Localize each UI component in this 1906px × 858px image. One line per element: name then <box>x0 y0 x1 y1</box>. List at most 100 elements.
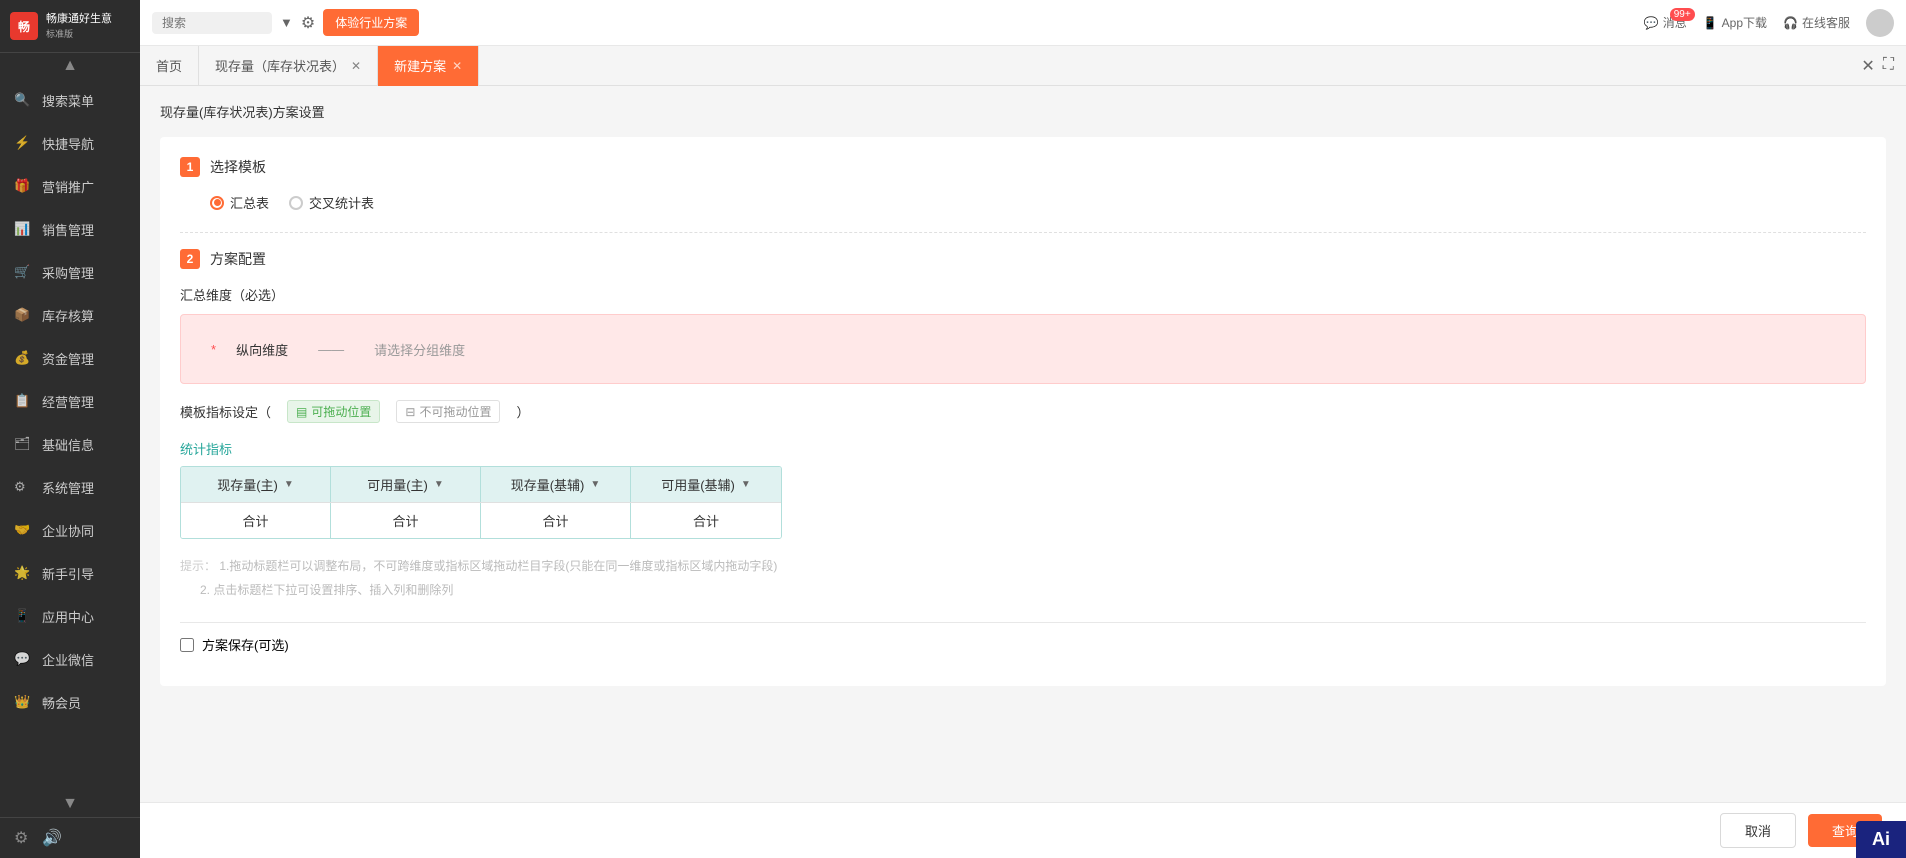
col2-chevron-icon: ▼ <box>434 479 444 490</box>
message-icon: 💬 <box>1644 16 1659 30</box>
sidebar-scroll-up[interactable]: ▲ <box>0 53 140 79</box>
app-edition: 标准版 <box>46 27 112 40</box>
stats-col1-summary: 合计 <box>242 511 268 530</box>
app-logo: 畅 畅康通好生意 标准版 <box>0 0 140 53</box>
col1-chevron-icon: ▼ <box>284 479 294 490</box>
stats-section: 统计指标 现存量(主) ▼ 可用量(主) ▼ <box>180 439 1866 542</box>
speaker-icon[interactable]: 🔊 <box>42 828 62 848</box>
sidebar-item-search-menu[interactable]: 🔍 搜索菜单 <box>0 79 140 122</box>
online-service-button[interactable]: 🎧 在线客服 <box>1783 14 1850 31</box>
sidebar-item-marketing[interactable]: 🎁 营销推广 <box>0 165 140 208</box>
tab-new-scheme-close[interactable]: ✕ <box>452 59 462 73</box>
tab-home-label: 首页 <box>156 56 182 75</box>
sidebar-item-purchase[interactable]: 🛒 采购管理 <box>0 251 140 294</box>
stats-col2-summary: 合计 <box>392 511 418 530</box>
sidebar-item-sales[interactable]: 📊 销售管理 <box>0 208 140 251</box>
summary-dimension-label: 汇总维度（必选） <box>180 285 1866 304</box>
summary-dimension-section: 汇总维度（必选） * 纵向维度 —— 请选择分组维度 <box>180 285 1866 384</box>
sidebar-item-label-app: 应用中心 <box>42 607 94 626</box>
sidebar-item-label-search: 搜索菜单 <box>42 91 94 110</box>
col4-chevron-icon: ▼ <box>741 479 751 490</box>
stats-header-col2[interactable]: 可用量(主) ▼ <box>331 467 481 502</box>
sidebar-item-app-center[interactable]: 📱 应用中心 <box>0 595 140 638</box>
search-menu-icon: 🔍 <box>14 92 32 110</box>
sidebar-item-basic-info[interactable]: 🗂 基础信息 <box>0 423 140 466</box>
draggable-tag: ▤ 可拖动位置 <box>287 400 380 423</box>
stats-table: 现存量(主) ▼ 可用量(主) ▼ 现存量(基辅) ▼ <box>180 466 782 539</box>
dropdown-button[interactable]: ▼ <box>280 15 293 30</box>
bottom-bar: 取消 查询 <box>140 802 1906 858</box>
sidebar-item-label-sales: 销售管理 <box>42 220 94 239</box>
sidebar-item-label-operations: 经营管理 <box>42 392 94 411</box>
stats-row-col4: 合计 <box>631 503 781 538</box>
radio-summary-circle <box>210 196 224 210</box>
stats-header-col3[interactable]: 现存量(基辅) ▼ <box>481 467 631 502</box>
search-input[interactable] <box>152 12 272 34</box>
sidebar: 畅 畅康通好生意 标准版 ▲ 🔍 搜索菜单 ⚡ 快捷导航 🎁 营销推广 📊 销售… <box>0 0 140 858</box>
step-divider <box>180 232 1866 233</box>
marketing-icon: 🎁 <box>14 178 32 196</box>
sidebar-item-enterprise-wechat[interactable]: 💬 企业微信 <box>0 638 140 681</box>
sidebar-item-system[interactable]: ⚙ 系统管理 <box>0 466 140 509</box>
save-row: 方案保存(可选) <box>180 622 1866 666</box>
messages-button[interactable]: 💬 消息 99+ <box>1644 14 1687 31</box>
sidebar-nav: 🔍 搜索菜单 ⚡ 快捷导航 🎁 营销推广 📊 销售管理 🛒 采购管理 📦 库存核… <box>0 79 140 791</box>
page-title: 现存量(库存状况表)方案设置 <box>160 102 1886 121</box>
indicator-label: 模板指标设定（ <box>180 402 271 421</box>
operations-icon: 📋 <box>14 393 32 411</box>
gear-icon[interactable]: ⚙ <box>301 13 315 33</box>
stats-col1-label: 现存量(主) <box>217 475 278 494</box>
radio-summary-label: 汇总表 <box>230 193 269 212</box>
sidebar-item-label-inventory: 库存核算 <box>42 306 94 325</box>
tab-home[interactable]: 首页 <box>140 46 199 86</box>
quick-nav-icon: ⚡ <box>14 135 32 153</box>
ai-badge[interactable]: Ai <box>1856 821 1906 858</box>
radio-summary[interactable]: 汇总表 <box>210 193 269 212</box>
save-label: 方案保存(可选) <box>202 635 289 654</box>
radio-cross-label: 交叉统计表 <box>309 193 374 212</box>
newbie-icon: 🌟 <box>14 565 32 583</box>
tab-window-controls: ✕ ⛶ <box>1849 56 1906 76</box>
col3-chevron-icon: ▼ <box>590 479 600 490</box>
tip-line2: 2. 点击标题栏下拉可设置排序、插入列和删除列 <box>180 578 1866 602</box>
sidebar-item-operations[interactable]: 📋 经营管理 <box>0 380 140 423</box>
save-checkbox[interactable] <box>180 638 194 652</box>
industry-plan-button[interactable]: 体验行业方案 <box>323 9 419 36</box>
stats-col3-summary: 合计 <box>542 511 568 530</box>
maximize-icon[interactable]: ⛶ <box>1883 56 1894 76</box>
tab-new-scheme[interactable]: 新建方案 ✕ <box>378 46 479 86</box>
sidebar-item-label-member: 畅会员 <box>42 693 81 712</box>
tab-inventory-status[interactable]: 现存量（库存状况表） ✕ <box>199 46 378 86</box>
stats-header-col1[interactable]: 现存量(主) ▼ <box>181 467 331 502</box>
stats-header-col4[interactable]: 可用量(基辅) ▼ <box>631 467 781 502</box>
radio-cross[interactable]: 交叉统计表 <box>289 193 374 212</box>
avatar[interactable] <box>1866 9 1894 37</box>
sidebar-item-label-wechat: 企业微信 <box>42 650 94 669</box>
dimension-box[interactable]: * 纵向维度 —— 请选择分组维度 <box>180 314 1866 384</box>
indicator-settings: 模板指标设定（ ▤ 可拖动位置 ⊟ 不可拖动位置 ） <box>180 400 1866 423</box>
step1-header: 1 选择模板 <box>180 157 1866 177</box>
not-draggable-tag: ⊟ 不可拖动位置 <box>396 400 500 423</box>
sidebar-scroll-down[interactable]: ▼ <box>0 791 140 817</box>
close-window-icon[interactable]: ✕ <box>1861 56 1874 76</box>
content-area: 现存量(库存状况表)方案设置 1 选择模板 汇总表 <box>140 86 1906 802</box>
sidebar-item-enterprise[interactable]: 🤝 企业协同 <box>0 509 140 552</box>
tips-section: 提示： 1.拖动标题栏可以调整布局，不可跨维度或指标区域拖动栏目字段(只能在同一… <box>180 554 1866 602</box>
sidebar-item-inventory[interactable]: 📦 库存核算 <box>0 294 140 337</box>
purchase-icon: 🛒 <box>14 264 32 282</box>
template-options: 汇总表 交叉统计表 <box>210 193 1866 212</box>
tabbar: 首页 现存量（库存状况表） ✕ 新建方案 ✕ ✕ ⛶ <box>140 46 1906 86</box>
sidebar-item-member[interactable]: 👑 畅会员 <box>0 681 140 724</box>
scheme-settings-card: 1 选择模板 汇总表 交叉统计表 <box>160 137 1886 686</box>
stats-title: 统计指标 <box>180 439 1866 458</box>
required-mark: * <box>211 342 216 357</box>
sidebar-item-newbie[interactable]: 🌟 新手引导 <box>0 552 140 595</box>
sidebar-item-quick-nav[interactable]: ⚡ 快捷导航 <box>0 122 140 165</box>
main-wrapper: ▼ ⚙ 体验行业方案 💬 消息 99+ 📱 App下载 🎧 在线客服 首页 <box>140 0 1906 858</box>
app-download-button[interactable]: 📱 App下载 <box>1703 14 1767 31</box>
sidebar-item-finance[interactable]: 💰 资金管理 <box>0 337 140 380</box>
tab-inventory-close[interactable]: ✕ <box>351 59 361 73</box>
cancel-button[interactable]: 取消 <box>1720 813 1796 848</box>
settings-icon[interactable]: ⚙ <box>14 828 28 848</box>
sidebar-item-label-newbie: 新手引导 <box>42 564 94 583</box>
